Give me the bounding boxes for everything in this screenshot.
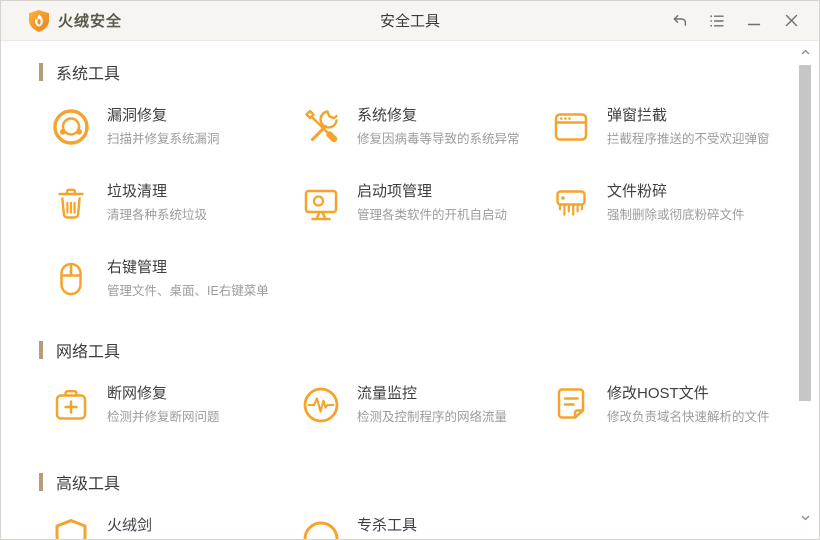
app-name: 火绒安全 — [58, 13, 123, 30]
system-repair-icon — [305, 109, 338, 143]
advanced-tools-grid: 火绒剑 专杀工具 — [49, 515, 819, 539]
scroll-down-icon[interactable] — [799, 515, 811, 525]
tool-title: 断网修复 — [107, 385, 168, 402]
titlebar: 火绒安全 安全工具 — [1, 1, 819, 41]
tool-title: 漏洞修复 — [107, 107, 168, 124]
tool-item-special-kill-tool[interactable]: 专杀工具 — [299, 515, 549, 539]
section-title: 高级工具 — [56, 476, 121, 493]
tool-subtitle: 拦截程序推送的不受欢迎弹窗 — [607, 132, 770, 146]
tool-title: 流量监控 — [357, 385, 418, 402]
task-list-icon[interactable] — [709, 13, 725, 29]
tool-item-modify-host-file[interactable]: 修改HOST文件 修改负责域名快速解析的文件 — [549, 383, 799, 429]
section-header-advanced-tools: 高级工具 — [39, 471, 819, 493]
tool-title: 垃圾清理 — [107, 183, 168, 200]
tool-subtitle: 清理各种系统垃圾 — [107, 208, 208, 222]
tools-content: 系统工具 漏洞修复 扫描并修复系统漏洞 系统修复 修复因病毒等导致的系统异常 弹… — [1, 61, 819, 539]
startup-manager-icon — [304, 189, 338, 221]
tool-title: 专杀工具 — [357, 517, 418, 534]
tool-title: 弹窗拦截 — [607, 107, 668, 124]
tool-subtitle: 管理各类软件的开机自启动 — [357, 208, 508, 222]
popup-block-icon — [554, 113, 588, 141]
tool-subtitle: 检测并修复断网问题 — [107, 410, 220, 424]
tool-item-file-shredder[interactable]: 文件粉碎 强制删除或彻底粉碎文件 — [549, 181, 799, 227]
tool-subtitle: 强制删除或彻底粉碎文件 — [607, 208, 745, 222]
back-arrow-icon[interactable] — [672, 13, 688, 29]
tool-item-right-click-menu[interactable]: 右键管理 管理文件、桌面、IE右键菜单 — [49, 257, 299, 303]
section-title: 网络工具 — [56, 344, 121, 361]
junk-clean-icon — [58, 188, 84, 219]
tool-title: 修改HOST文件 — [607, 385, 709, 402]
tool-title: 火绒剑 — [107, 517, 153, 534]
tool-title: 右键管理 — [107, 259, 168, 276]
tool-subtitle: 检测及控制程序的网络流量 — [357, 410, 508, 424]
section-accent-bar — [39, 341, 43, 359]
vertical-scrollbar[interactable] — [799, 47, 811, 539]
system-tools-grid: 漏洞修复 扫描并修复系统漏洞 系统修复 修复因病毒等导致的系统异常 弹窗拦截 拦… — [49, 105, 819, 303]
section-header-network-tools: 网络工具 — [39, 339, 819, 361]
host-file-icon — [557, 388, 585, 419]
app-logo: 火绒安全 — [28, 9, 122, 33]
tool-item-vulnerability-fix[interactable]: 漏洞修复 扫描并修复系统漏洞 — [49, 105, 299, 151]
network-tools-grid: 断网修复 检测并修复断网问题 流量监控 检测及控制程序的网络流量 修改HOST文… — [49, 383, 819, 429]
huorong-sword-icon — [55, 519, 87, 539]
network-repair-icon — [55, 389, 87, 420]
section-header-system-tools: 系统工具 — [39, 61, 819, 83]
vulnerability-fix-icon — [53, 109, 89, 145]
tool-title: 文件粉碎 — [607, 183, 668, 200]
window-controls — [672, 13, 799, 29]
section-accent-bar — [39, 473, 43, 491]
huorong-security-window: 火绒安全 安全工具 系统工具 漏洞修复 扫描并修复系统漏洞 系统修复 修复因病毒… — [0, 0, 820, 540]
scrollbar-thumb[interactable] — [799, 65, 811, 401]
tool-item-junk-clean[interactable]: 垃圾清理 清理各种系统垃圾 — [49, 181, 299, 227]
minimize-icon[interactable] — [746, 13, 762, 29]
file-shredder-icon — [556, 190, 586, 216]
right-click-menu-icon — [60, 262, 82, 296]
tool-item-system-repair[interactable]: 系统修复 修复因病毒等导致的系统异常 — [299, 105, 549, 151]
tool-item-network-repair[interactable]: 断网修复 检测并修复断网问题 — [49, 383, 299, 429]
tool-item-startup-manager[interactable]: 启动项管理 管理各类软件的开机自启动 — [299, 181, 549, 227]
tool-subtitle: 修复因病毒等导致的系统异常 — [357, 132, 520, 146]
scroll-up-icon[interactable] — [799, 49, 811, 59]
section-accent-bar — [39, 63, 43, 81]
tool-subtitle: 扫描并修复系统漏洞 — [107, 132, 220, 146]
tool-item-huorong-sword[interactable]: 火绒剑 — [49, 515, 299, 539]
tool-subtitle: 管理文件、桌面、IE右键菜单 — [107, 284, 269, 298]
tool-title: 启动项管理 — [357, 183, 433, 200]
tool-item-popup-block[interactable]: 弹窗拦截 拦截程序推送的不受欢迎弹窗 — [549, 105, 799, 151]
close-icon[interactable] — [783, 13, 799, 29]
flame-shield-logo-icon — [29, 9, 49, 32]
special-kill-tool-icon — [303, 521, 339, 539]
traffic-monitor-icon — [303, 387, 339, 423]
section-title: 系统工具 — [56, 66, 121, 83]
tool-title: 系统修复 — [357, 107, 418, 124]
tool-subtitle: 修改负责域名快速解析的文件 — [607, 410, 770, 424]
tool-item-traffic-monitor[interactable]: 流量监控 检测及控制程序的网络流量 — [299, 383, 549, 429]
